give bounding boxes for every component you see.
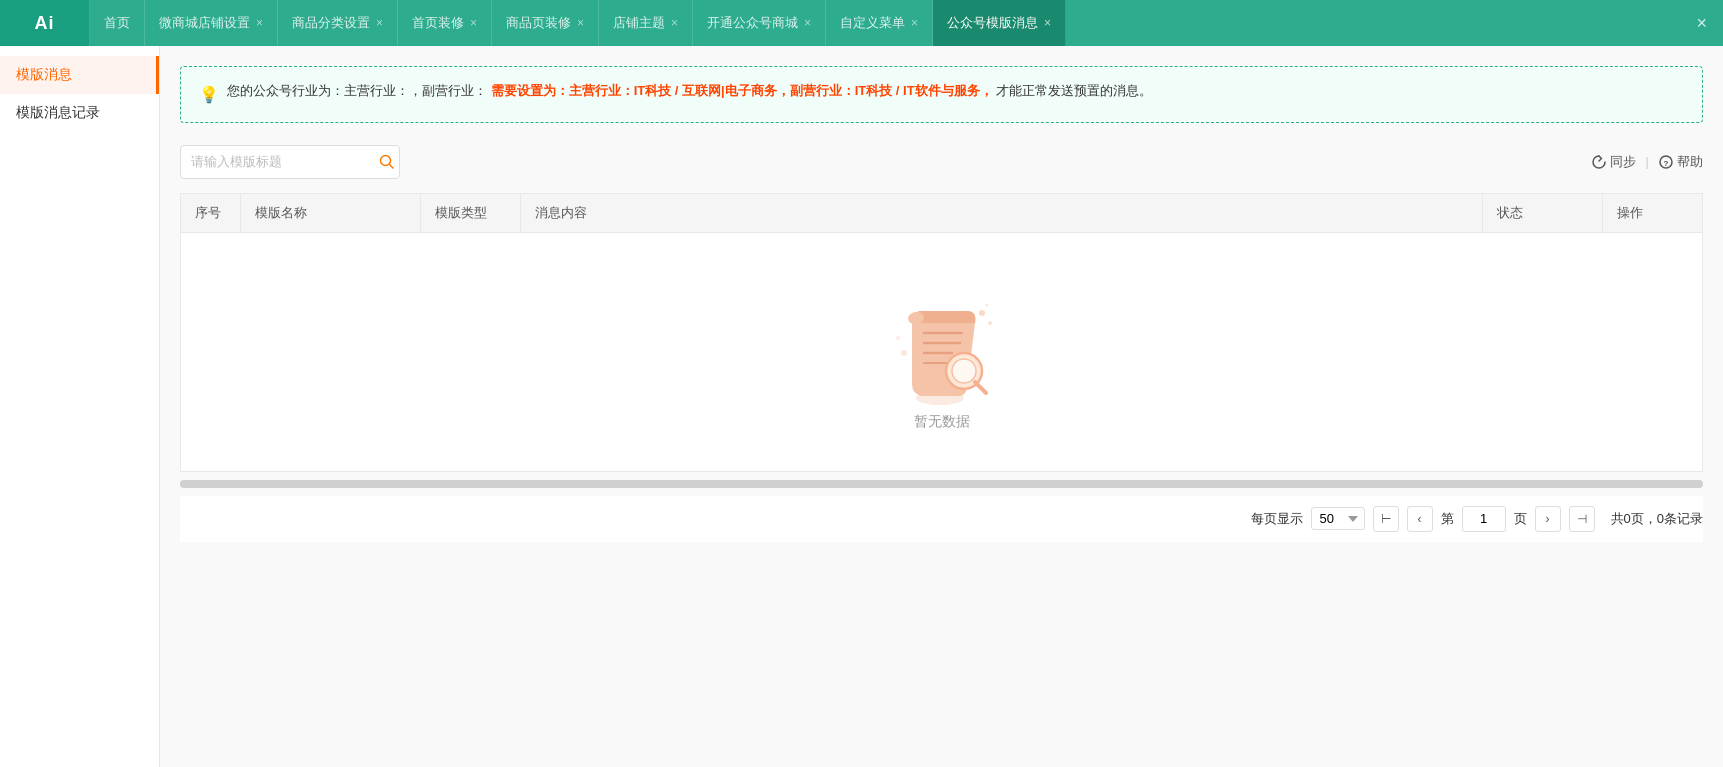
first-page-icon: ⊢: [1381, 512, 1391, 526]
close-open-wechat-shop-tab[interactable]: ×: [804, 16, 811, 30]
table-header-row: 序号 模版名称 模版类型 消息内容 状态 操作: [181, 193, 1703, 232]
col-header-name: 模版名称: [241, 193, 421, 232]
last-page-button[interactable]: ⊣: [1569, 506, 1595, 532]
nav-tab-custom-menu[interactable]: 自定义菜单 ×: [826, 0, 933, 46]
sidebar: 模版消息 模版消息记录: [0, 46, 160, 767]
close-homepage-decor-tab[interactable]: ×: [470, 16, 477, 30]
close-custom-menu-tab[interactable]: ×: [911, 16, 918, 30]
brand-logo: Ai: [0, 0, 90, 46]
next-page-icon: ›: [1546, 512, 1550, 526]
close-template-message-tab[interactable]: ×: [1044, 16, 1051, 30]
svg-text:?: ?: [1664, 158, 1669, 167]
notice-highlight-text: 需要设置为：主营行业：IT科技 / 互联网|电子商务，副营行业：IT科技 / I…: [491, 83, 993, 98]
total-text: 共0页，0条记录: [1611, 510, 1703, 528]
nav-tab-homepage-decor[interactable]: 首页装修 ×: [398, 0, 492, 46]
first-page-button[interactable]: ⊢: [1373, 506, 1399, 532]
nav-tab-shop-theme[interactable]: 店铺主题 ×: [599, 0, 693, 46]
col-header-index: 序号: [181, 193, 241, 232]
empty-state: 暂无数据: [181, 233, 1702, 471]
nav-tab-product-page-decor-label: 商品页装修: [506, 14, 571, 32]
nav-tab-micro-shop-label: 微商城店铺设置: [159, 14, 250, 32]
svg-point-14: [988, 321, 992, 325]
page-number-input[interactable]: [1462, 506, 1506, 532]
close-product-page-decor-tab[interactable]: ×: [577, 16, 584, 30]
top-nav-bar: Ai 首页 微商城店铺设置 × 商品分类设置 × 首页装修 × 商品页装修 × …: [0, 0, 1723, 46]
table-scrollbar[interactable]: [180, 480, 1703, 488]
prev-page-button[interactable]: ‹: [1407, 506, 1433, 532]
page-size-label: 每页显示: [1251, 510, 1303, 528]
nav-tab-template-message-label: 公众号模版消息: [947, 14, 1038, 32]
col-header-content: 消息内容: [521, 193, 1483, 232]
nav-tab-open-wechat-shop-label: 开通公众号商城: [707, 14, 798, 32]
toolbar-divider: |: [1646, 154, 1649, 169]
empty-text: 暂无数据: [914, 413, 970, 431]
col-header-type: 模版类型: [421, 193, 521, 232]
svg-point-16: [901, 350, 907, 356]
nav-tab-home[interactable]: 首页: [90, 0, 145, 46]
notice-icon: 💡: [199, 82, 219, 108]
empty-state-row: 暂无数据: [181, 232, 1703, 471]
col-header-status: 状态: [1483, 193, 1603, 232]
notice-box: 💡 您的公众号行业为：主营行业：，副营行业： 需要设置为：主营行业：IT科技 /…: [180, 66, 1703, 123]
nav-tab-micro-shop-settings[interactable]: 微商城店铺设置 ×: [145, 0, 278, 46]
search-input[interactable]: [181, 148, 369, 175]
pagination-row: 每页显示 10 20 50 100 ⊢ ‹ 第 页 › ⊣ 共0页，0条记: [180, 496, 1703, 542]
last-page-icon: ⊣: [1577, 512, 1587, 526]
svg-line-1: [390, 165, 394, 169]
close-product-category-tab[interactable]: ×: [376, 16, 383, 30]
page-label-suffix: 页: [1514, 510, 1527, 528]
page-label-prefix: 第: [1441, 510, 1454, 528]
data-table: 序号 模版名称 模版类型 消息内容 状态 操作: [180, 193, 1703, 472]
svg-point-13: [979, 310, 985, 316]
search-icon: [379, 154, 394, 169]
nav-tab-product-category-label: 商品分类设置: [292, 14, 370, 32]
prev-page-icon: ‹: [1418, 512, 1422, 526]
nav-tab-product-page-decor[interactable]: 商品页装修 ×: [492, 0, 599, 46]
sync-button[interactable]: 同步: [1592, 153, 1636, 171]
main-layout: 模版消息 模版消息记录 💡 您的公众号行业为：主营行业：，副营行业： 需要设置为…: [0, 46, 1723, 767]
next-page-button[interactable]: ›: [1535, 506, 1561, 532]
help-icon: ?: [1659, 155, 1673, 169]
svg-line-12: [975, 382, 986, 393]
page-size-select[interactable]: 10 20 50 100: [1311, 507, 1365, 530]
sidebar-item-template-msg[interactable]: 模版消息: [0, 56, 159, 94]
nav-tab-homepage-decor-label: 首页装修: [412, 14, 464, 32]
scrollbar-thumb[interactable]: [180, 480, 1703, 488]
nav-tab-product-category[interactable]: 商品分类设置 ×: [278, 0, 398, 46]
sync-icon: [1592, 155, 1606, 169]
search-button[interactable]: [369, 146, 400, 178]
nav-tab-open-wechat-shop[interactable]: 开通公众号商城 ×: [693, 0, 826, 46]
table-body: 暂无数据: [181, 232, 1703, 471]
svg-point-11: [952, 359, 976, 383]
notice-text: 您的公众号行业为：主营行业：，副营行业： 需要设置为：主营行业：IT科技 / 互…: [227, 81, 1152, 102]
sidebar-item-template-msg-log[interactable]: 模版消息记录: [0, 94, 159, 132]
search-row: 同步 | ? 帮助: [180, 145, 1703, 179]
empty-illustration: [882, 293, 1002, 413]
toolbar-right: 同步 | ? 帮助: [1592, 153, 1703, 171]
help-button[interactable]: ? 帮助: [1659, 153, 1703, 171]
content-area: 💡 您的公众号行业为：主营行业：，副营行业： 需要设置为：主营行业：IT科技 /…: [160, 46, 1723, 767]
nav-tab-template-message[interactable]: 公众号模版消息 ×: [933, 0, 1066, 46]
nav-tab-custom-menu-label: 自定义菜单: [840, 14, 905, 32]
nav-tab-shop-theme-label: 店铺主题: [613, 14, 665, 32]
close-micro-shop-tab[interactable]: ×: [256, 16, 263, 30]
col-header-action: 操作: [1603, 193, 1703, 232]
close-all-tabs-button[interactable]: ×: [1680, 0, 1723, 46]
close-shop-theme-tab[interactable]: ×: [671, 16, 678, 30]
svg-point-17: [896, 336, 900, 340]
nav-tab-home-label: 首页: [104, 14, 130, 32]
svg-point-15: [985, 303, 988, 306]
search-input-wrap: [180, 145, 400, 179]
